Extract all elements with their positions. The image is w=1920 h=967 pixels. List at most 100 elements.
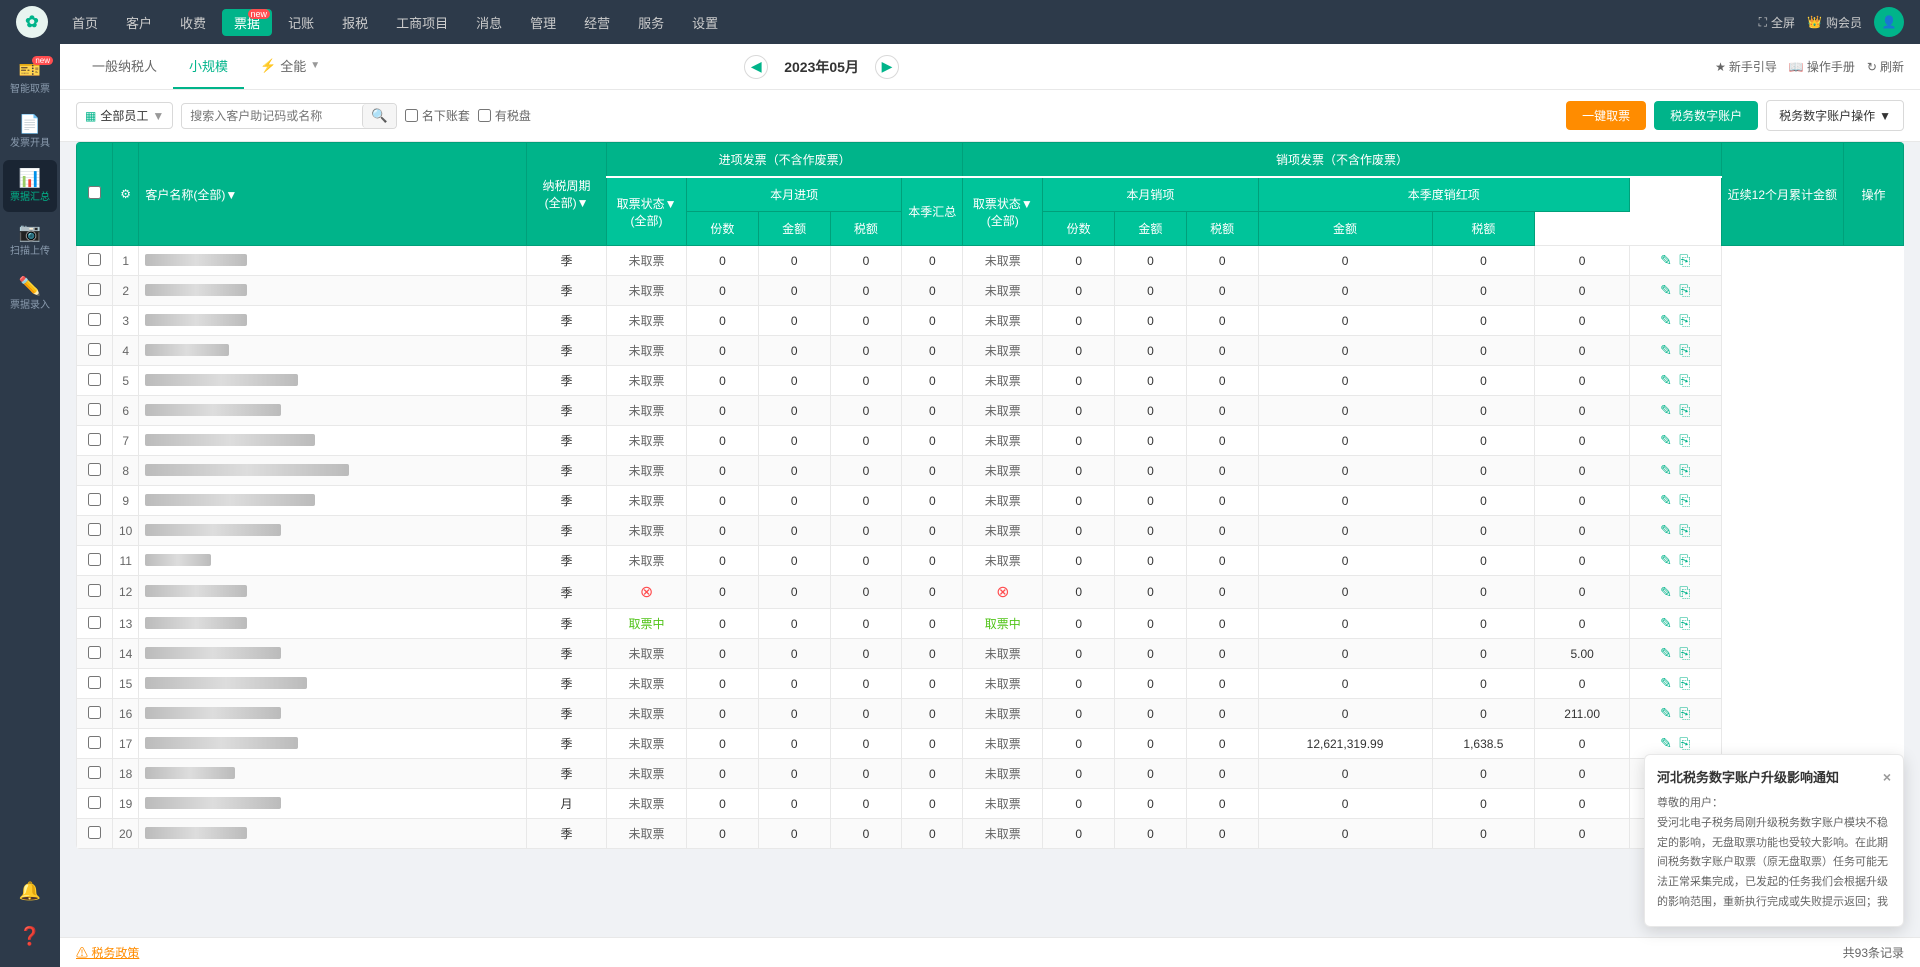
row-checkbox[interactable] xyxy=(88,403,101,416)
edit-icon[interactable]: ✎ xyxy=(1660,675,1672,691)
row-checkbox[interactable] xyxy=(88,373,101,386)
smart-ticket-badge: new xyxy=(32,56,53,65)
nav-manage[interactable]: 管理 xyxy=(518,9,568,36)
copy-icon[interactable]: ⎘ xyxy=(1679,342,1690,358)
row-checkbox[interactable] xyxy=(88,584,101,597)
edit-icon[interactable]: ✎ xyxy=(1660,705,1672,721)
copy-icon[interactable]: ⎘ xyxy=(1679,462,1690,478)
copy-icon[interactable]: ⎘ xyxy=(1679,492,1690,508)
edit-icon[interactable]: ✎ xyxy=(1660,252,1672,268)
fullscreen-btn[interactable]: ⛶ 全屏 xyxy=(1759,14,1795,31)
nav-customer[interactable]: 客户 xyxy=(114,9,164,36)
row-checkbox[interactable] xyxy=(88,826,101,839)
th-out-status: 取票状态▼(全部) xyxy=(963,177,1043,246)
edit-icon[interactable]: ✎ xyxy=(1660,645,1672,661)
row-checkbox[interactable] xyxy=(88,706,101,719)
sidebar-bottom-icon1[interactable]: 🔔 xyxy=(3,873,57,910)
period-prev-btn[interactable]: ◀ xyxy=(744,55,768,79)
edit-icon[interactable]: ✎ xyxy=(1660,282,1672,298)
invoice-open-icon: 📄 xyxy=(19,114,41,135)
edit-icon[interactable]: ✎ xyxy=(1660,522,1672,538)
tax-ops-btn[interactable]: 税务数字账户操作 ▼ xyxy=(1766,100,1904,131)
user-avatar[interactable]: 👤 xyxy=(1874,7,1904,37)
edit-icon[interactable]: ✎ xyxy=(1660,432,1672,448)
copy-icon[interactable]: ⎘ xyxy=(1679,615,1690,631)
copy-icon[interactable]: ⎘ xyxy=(1679,282,1690,298)
sidebar-item-ticket-entry[interactable]: ✏️ 票据录入 xyxy=(3,268,57,320)
copy-icon[interactable]: ⎘ xyxy=(1679,432,1690,448)
quick-ticket-btn[interactable]: 一键取票 xyxy=(1566,101,1646,130)
copy-icon[interactable]: ⎘ xyxy=(1679,552,1690,568)
row-checkbox[interactable] xyxy=(88,616,101,629)
sidebar-item-smart-ticket[interactable]: 🎫 智能取票 new xyxy=(3,52,57,104)
sidebar-item-summary[interactable]: 📊 票据汇总 xyxy=(3,160,57,212)
copy-icon[interactable]: ⎘ xyxy=(1679,584,1690,600)
nav-billing[interactable]: 收费 xyxy=(168,9,218,36)
edit-icon[interactable]: ✎ xyxy=(1660,552,1672,568)
copy-icon[interactable]: ⎘ xyxy=(1679,312,1690,328)
nav-operation[interactable]: 经营 xyxy=(572,9,622,36)
vip-btn[interactable]: 👑 购会员 xyxy=(1807,14,1862,31)
row-checkbox[interactable] xyxy=(88,313,101,326)
row-checkbox[interactable] xyxy=(88,523,101,536)
row-checkbox[interactable] xyxy=(88,553,101,566)
nav-tax[interactable]: 报税 xyxy=(330,9,380,36)
table-row: 12 ████████████ 季 ⊗ 0 0 0 0 ⊗ 0 0 0 0 0 … xyxy=(77,576,1904,609)
error-icon: ⊗ xyxy=(640,584,653,601)
copy-icon[interactable]: ⎘ xyxy=(1679,522,1690,538)
sidebar-bottom-icon2[interactable]: ❓ xyxy=(3,918,57,955)
edit-icon[interactable]: ✎ xyxy=(1660,584,1672,600)
nav-service[interactable]: 服务 xyxy=(626,9,676,36)
refresh-btn[interactable]: ↻ 刷新 xyxy=(1867,58,1904,75)
edit-icon[interactable]: ✎ xyxy=(1660,402,1672,418)
select-all-checkbox[interactable] xyxy=(88,186,101,199)
sidebar-item-scan-upload[interactable]: 📷 扫描上传 xyxy=(3,214,57,266)
copy-icon[interactable]: ⎘ xyxy=(1679,675,1690,691)
period-next-btn[interactable]: ▶ xyxy=(875,55,899,79)
row-checkbox[interactable] xyxy=(88,283,101,296)
nav-message[interactable]: 消息 xyxy=(464,9,514,36)
copy-icon[interactable]: ⎘ xyxy=(1679,402,1690,418)
edit-icon[interactable]: ✎ xyxy=(1660,462,1672,478)
edit-icon[interactable]: ✎ xyxy=(1660,615,1672,631)
copy-icon[interactable]: ⎘ xyxy=(1679,735,1690,751)
row-checkbox[interactable] xyxy=(88,796,101,809)
row-checkbox[interactable] xyxy=(88,493,101,506)
row-checkbox[interactable] xyxy=(88,676,101,689)
tab-general-taxpayer[interactable]: 一般纳税人 xyxy=(76,44,173,89)
row-checkbox[interactable] xyxy=(88,736,101,749)
row-checkbox[interactable] xyxy=(88,253,101,266)
my-accounts-checkbox[interactable]: 名下账套 xyxy=(405,107,470,124)
row-checkbox[interactable] xyxy=(88,343,101,356)
row-checkbox[interactable] xyxy=(88,646,101,659)
tab-small-scale[interactable]: 小规模 xyxy=(173,44,244,89)
nav-settings[interactable]: 设置 xyxy=(680,9,730,36)
row-checkbox[interactable] xyxy=(88,433,101,446)
manual-btn[interactable]: 📖 操作手册 xyxy=(1789,58,1855,75)
copy-icon[interactable]: ⎘ xyxy=(1679,705,1690,721)
edit-icon[interactable]: ✎ xyxy=(1660,312,1672,328)
copy-icon[interactable]: ⎘ xyxy=(1679,372,1690,388)
sidebar-item-invoice-open[interactable]: 📄 发票开具 xyxy=(3,106,57,158)
edit-icon[interactable]: ✎ xyxy=(1660,735,1672,751)
employee-select[interactable]: ▦ 全部员工 ▼ xyxy=(76,102,173,129)
row-checkbox[interactable] xyxy=(88,766,101,779)
nav-home[interactable]: 首页 xyxy=(60,9,110,36)
row-checkbox[interactable] xyxy=(88,463,101,476)
copy-icon[interactable]: ⎘ xyxy=(1679,645,1690,661)
nav-invoice[interactable]: 票据 new xyxy=(222,9,272,36)
new-guide-btn[interactable]: ★ 新手引导 xyxy=(1715,58,1777,75)
edit-icon[interactable]: ✎ xyxy=(1660,372,1672,388)
tax-policy-link[interactable]: ⚠ 税务政策 xyxy=(76,944,139,961)
nav-bookkeeping[interactable]: 记账 xyxy=(276,9,326,36)
edit-icon[interactable]: ✎ xyxy=(1660,492,1672,508)
copy-icon[interactable]: ⎘ xyxy=(1679,252,1690,268)
nav-business[interactable]: 工商项目 xyxy=(384,9,460,36)
tab-all[interactable]: ⚡ 全能 ▼ xyxy=(244,44,336,89)
search-input[interactable] xyxy=(182,105,362,127)
search-button[interactable]: 🔍 xyxy=(362,104,396,128)
has-tax-disk-checkbox[interactable]: 有税盘 xyxy=(478,107,531,124)
tax-digital-btn[interactable]: 税务数字账户 xyxy=(1654,101,1758,130)
edit-icon[interactable]: ✎ xyxy=(1660,342,1672,358)
popup-close-btn[interactable]: × xyxy=(1883,769,1891,785)
